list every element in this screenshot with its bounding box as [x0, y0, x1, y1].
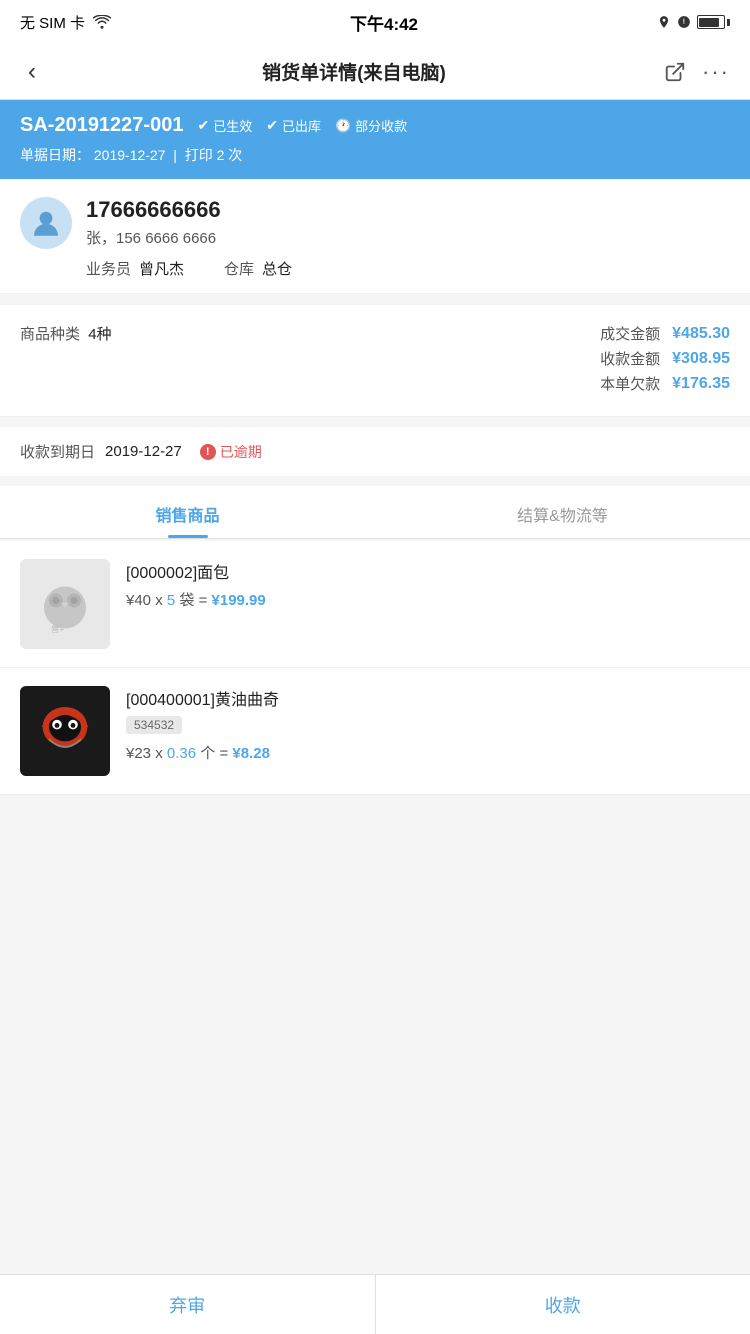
overdue-badge: ! 已逾期: [200, 442, 262, 462]
summary-section: 商品种类 4种 成交金额 ¥485.30 收款金额 ¥308.95 本单欠款 ¥…: [0, 304, 750, 417]
carrier-label: 无 SIM 卡: [20, 12, 85, 33]
more-button[interactable]: ···: [702, 59, 730, 85]
product-1-qty: 5: [167, 592, 175, 609]
nav-bar: ‹ 销货单详情(来自电脑) ···: [0, 44, 750, 100]
product-1-price: ¥40 x 5 袋 = ¥199.99: [126, 589, 730, 610]
back-button[interactable]: ‹: [20, 50, 44, 94]
overdue-text: 已逾期: [220, 442, 262, 462]
product-2-sku: 534532: [126, 716, 182, 734]
badge-effective: ✔ 已生效: [197, 116, 252, 135]
collect-payment-button[interactable]: 收款: [376, 1275, 750, 1334]
product-2-name: [000400001]黄油曲奇: [126, 686, 730, 710]
customer-section: 17666666666 张，156 6666 6666 业务员 曾凡杰 仓库 总…: [0, 179, 750, 294]
debt-amount-line: 本单欠款 ¥176.35: [600, 373, 730, 394]
product-1-info: [0000002]面包 ¥40 x 5 袋 = ¥199.99: [126, 559, 730, 649]
bottom-bar: 弃审 收款: [0, 1274, 750, 1334]
due-date-section: 收款到期日 2019-12-27 ! 已逾期: [0, 427, 750, 476]
clock-icon: 🕐: [335, 118, 351, 134]
order-id: SA-20191227-001: [20, 114, 183, 137]
customer-info: 17666666666 张，156 6666 6666 业务员 曾凡杰 仓库 总…: [86, 197, 730, 279]
product-2-thumbnail: [20, 686, 110, 776]
order-header: SA-20191227-001 ✔ 已生效 ✔ 已出库 🕐 部分收款 单据日期：…: [0, 100, 750, 179]
customer-id: 17666666666: [86, 197, 730, 223]
status-left: 无 SIM 卡: [20, 12, 111, 33]
due-date-value: 2019-12-27: [105, 443, 182, 460]
tabs-section: 销售商品 结算&物流等: [0, 486, 750, 539]
product-1-total: ¥199.99: [212, 592, 266, 609]
wifi-icon: [93, 15, 111, 29]
product-2-qty: 0.36: [167, 745, 196, 762]
check-icon-2: ✔: [266, 117, 278, 134]
battery-indicator: [697, 15, 730, 29]
due-date-label: 收款到期日: [20, 441, 95, 462]
product-item: [000400001]黄油曲奇 534532 ¥23 x 0.36 个 = ¥8…: [0, 668, 750, 795]
debt-amount-value: ¥176.35: [672, 375, 730, 393]
product-type-label: 商品种类: [20, 326, 80, 343]
tab-sales-products[interactable]: 销售商品: [0, 486, 375, 538]
avatar-icon: [30, 207, 62, 239]
total-amount-value: ¥485.30: [672, 325, 730, 343]
status-right: [657, 15, 730, 29]
products-section: 兽+ [0000002]面包 ¥40 x 5 袋 = ¥199.99: [0, 541, 750, 795]
salesperson-value: 曾凡杰: [139, 258, 184, 279]
tab-settlement[interactable]: 结算&物流等: [375, 486, 750, 538]
page-title: 销货单详情(来自电脑): [262, 58, 446, 85]
customer-phone: 张，156 6666 6666: [86, 227, 730, 248]
product-item: 兽+ [0000002]面包 ¥40 x 5 袋 = ¥199.99: [0, 541, 750, 668]
warehouse-value: 总仓: [262, 258, 292, 279]
product-type-info: 商品种类 4种: [20, 323, 112, 344]
salesperson-item: 业务员 曾凡杰: [86, 258, 184, 279]
product-2-price: ¥23 x 0.36 个 = ¥8.28: [126, 742, 730, 763]
customer-meta: 业务员 曾凡杰 仓库 总仓: [86, 258, 730, 279]
warehouse-label: 仓库: [224, 258, 254, 279]
product-2-total: ¥8.28: [232, 745, 270, 762]
product-2-info: [000400001]黄油曲奇 534532 ¥23 x 0.36 个 = ¥8…: [126, 686, 730, 776]
amount-info: 成交金额 ¥485.30 收款金额 ¥308.95 本单欠款 ¥176.35: [600, 323, 730, 398]
overdue-icon: !: [200, 444, 216, 460]
status-bar: 无 SIM 卡 下午4:42: [0, 0, 750, 44]
received-amount-value: ¥308.95: [672, 350, 730, 368]
warehouse-item: 仓库 总仓: [224, 258, 292, 279]
badge-shipped: ✔ 已出库: [266, 116, 321, 135]
summary-row: 商品种类 4种 成交金额 ¥485.30 收款金额 ¥308.95 本单欠款 ¥…: [20, 323, 730, 398]
status-time: 下午4:42: [350, 10, 418, 35]
total-amount-label: 成交金额: [600, 323, 660, 344]
location-icon: [657, 15, 671, 29]
salesperson-label: 业务员: [86, 258, 131, 279]
product-1-name: [0000002]面包: [126, 559, 730, 583]
total-amount-line: 成交金额 ¥485.30: [600, 323, 730, 344]
share-icon[interactable]: [664, 61, 686, 83]
nav-actions: ···: [664, 59, 730, 85]
debt-amount-label: 本单欠款: [600, 373, 660, 394]
owl-icon: 兽+: [30, 569, 100, 639]
badge-partial-payment: 🕐 部分收款: [335, 116, 407, 135]
svg-text:兽+: 兽+: [51, 624, 64, 634]
received-amount-label: 收款金额: [600, 348, 660, 369]
check-icon-1: ✔: [197, 117, 209, 134]
received-amount-line: 收款金额 ¥308.95: [600, 348, 730, 369]
product-type-count: 4种: [88, 326, 111, 343]
alarm-icon: [677, 15, 691, 29]
order-meta: 单据日期： 2019-12-27 | 打印 2 次: [20, 145, 730, 165]
cancel-review-button[interactable]: 弃审: [0, 1275, 376, 1334]
ninja-icon: [25, 691, 105, 771]
avatar: [20, 197, 72, 249]
product-1-thumbnail: 兽+: [20, 559, 110, 649]
order-header-top: SA-20191227-001 ✔ 已生效 ✔ 已出库 🕐 部分收款: [20, 114, 730, 137]
